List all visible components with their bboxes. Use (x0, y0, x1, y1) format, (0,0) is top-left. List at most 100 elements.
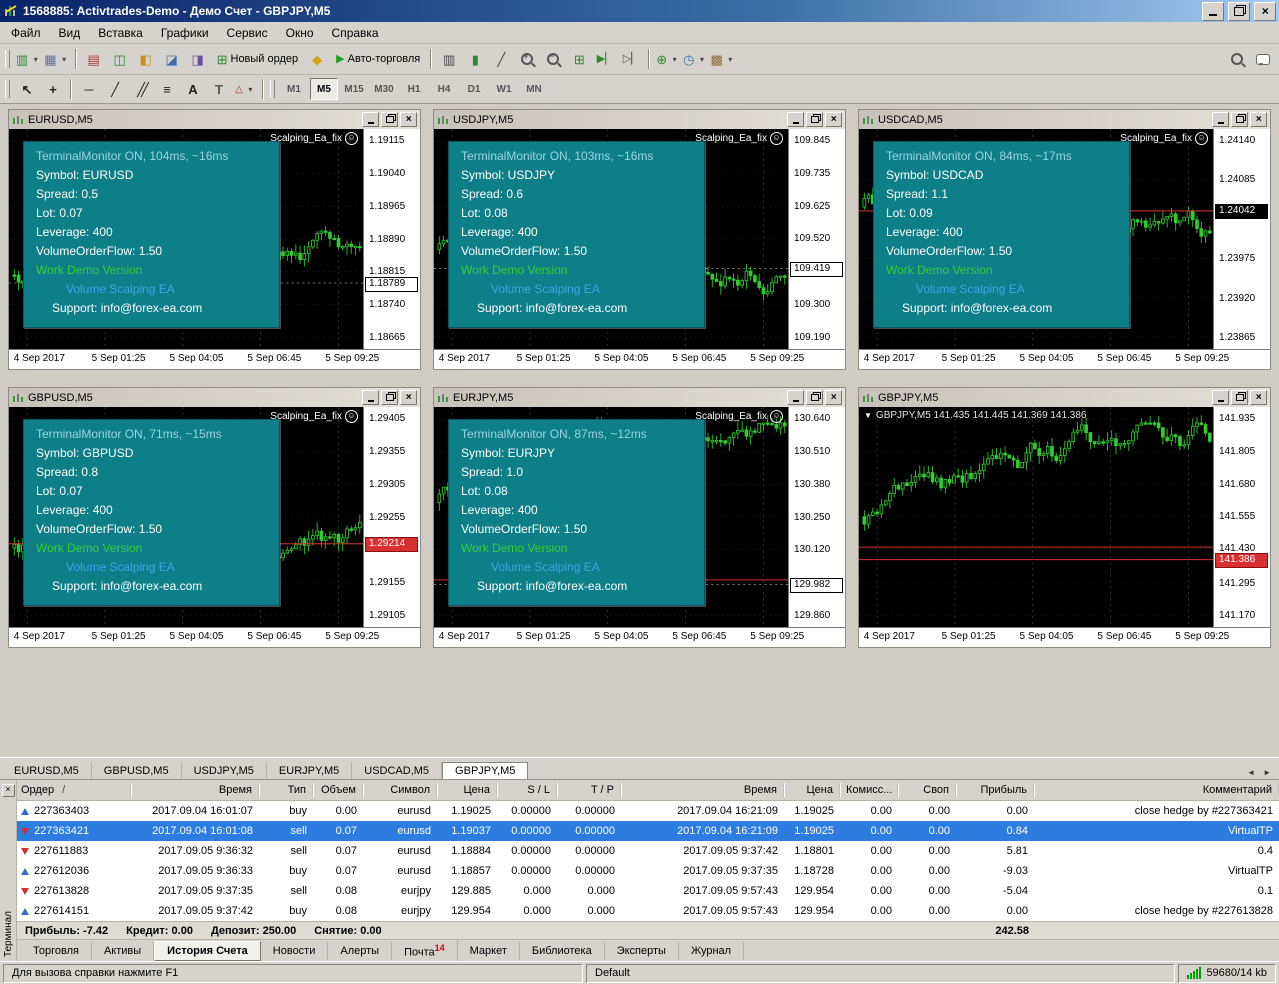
history-row[interactable]: 227363421 2017.09.04 16:01:08 sell 0.07 euru… (17, 821, 1279, 841)
ea-smiley-icon[interactable]: ☺ (345, 132, 358, 145)
column-header-close_price[interactable]: Цена (784, 783, 840, 797)
chart-restore-button[interactable] (1231, 390, 1248, 405)
window-restore-button[interactable] (1228, 1, 1250, 21)
timeframe-m15-button[interactable]: M15 (340, 78, 368, 100)
timeframe-w1-button[interactable]: W1 (490, 78, 518, 100)
data-window-button[interactable]: ◫ (107, 48, 133, 70)
chart-close-button[interactable]: × (1250, 390, 1267, 405)
chart-minimize-button[interactable] (362, 390, 379, 405)
chart-close-button[interactable]: × (1250, 112, 1267, 127)
search-button[interactable] (1224, 48, 1250, 70)
auto-scroll-button[interactable]: ▶▏ (592, 48, 618, 70)
time-axis[interactable]: 4 Sep 2017 5 Sep 01:25 5 Sep 04:05 5 Sep 06… (9, 627, 420, 647)
indicators-button[interactable]: ⊕ ▾ (654, 48, 681, 70)
menu-item[interactable]: Справка (323, 24, 388, 42)
chart-close-button[interactable]: × (825, 390, 842, 405)
history-row[interactable]: 227613828 2017.09.05 9:37:35 sell 0.08 eurjp… (17, 881, 1279, 901)
timeframe-mn-button[interactable]: MN (520, 78, 548, 100)
chat-button[interactable] (1250, 48, 1276, 70)
crosshair-tool-button[interactable]: + (40, 78, 66, 100)
chart-restore-button[interactable] (381, 390, 398, 405)
terminal-button[interactable]: ◪ (159, 48, 185, 70)
chart-tab[interactable]: GBPUSD,M5 (92, 762, 182, 779)
terminal-tab[interactable]: Новости (261, 941, 329, 960)
text-tool-button[interactable]: A (180, 78, 206, 100)
terminal-tab[interactable]: Активы (92, 941, 155, 960)
ea-smiley-icon[interactable]: ☺ (1195, 132, 1208, 145)
chart-restore-button[interactable] (806, 112, 823, 127)
terminal-tab[interactable]: Журнал (679, 941, 745, 960)
history-row[interactable]: 227363403 2017.09.04 16:01:07 buy 0.00 eurus… (17, 801, 1279, 821)
terminal-close-button[interactable]: × (1, 784, 15, 797)
column-header-volume[interactable]: Объем (313, 783, 363, 797)
toolbar-grip[interactable] (5, 50, 10, 68)
menu-item[interactable]: Вставка (89, 24, 152, 42)
terminal-tab[interactable]: Маркет (458, 941, 520, 960)
column-header-commission[interactable]: Комисс... (840, 783, 898, 797)
profiles-button[interactable]: ▦ ▾ (42, 48, 70, 70)
column-header-close_time[interactable]: Время (621, 783, 784, 797)
menu-item[interactable]: Графики (152, 24, 218, 42)
terminal-tab[interactable]: Почта14 (392, 939, 458, 962)
chart-shift-button[interactable]: ▷▏ (618, 48, 644, 70)
chart-tab[interactable]: EURJPY,M5 (267, 762, 353, 779)
time-axis[interactable]: 4 Sep 2017 5 Sep 01:25 5 Sep 04:05 5 Sep 06… (859, 627, 1270, 647)
history-row[interactable]: 227612036 2017.09.05 9:36:33 buy 0.07 eurusd… (17, 861, 1279, 881)
chart-canvas[interactable]: TerminalMonitor ON, 103ms, ~16ms Symbol: … (434, 129, 788, 349)
chart-minimize-button[interactable] (1212, 390, 1229, 405)
status-profile[interactable]: Default (586, 963, 1176, 983)
column-header-swap[interactable]: Своп (898, 783, 956, 797)
chart-close-button[interactable]: × (400, 390, 417, 405)
channel-tool-button[interactable]: ╱╱ (128, 78, 154, 100)
toolbar-grip[interactable] (270, 80, 275, 98)
candle-chart-button[interactable]: ▮ (462, 48, 488, 70)
trendline-tool-button[interactable]: ╱ (102, 78, 128, 100)
price-scale[interactable]: 141.935 141.805 141.680 141.555 141.430 141.2… (1213, 407, 1270, 627)
tile-windows-button[interactable]: ⊞ (566, 48, 592, 70)
chart-window-titlebar[interactable]: GBPJPY,M5 × (859, 388, 1270, 407)
ea-smiley-icon[interactable]: ☺ (770, 410, 783, 423)
chart-close-button[interactable]: × (400, 112, 417, 127)
tab-scroll-right-icon[interactable]: ► (1259, 764, 1275, 779)
fibonacci-tool-button[interactable]: ≡ (154, 78, 180, 100)
chart-window-titlebar[interactable]: USDCAD,M5 × (859, 110, 1270, 129)
terminal-tab[interactable]: Эксперты (605, 941, 679, 960)
chart-close-button[interactable]: × (825, 112, 842, 127)
ea-smiley-icon[interactable]: ☺ (345, 410, 358, 423)
label-tool-button[interactable]: T (206, 78, 232, 100)
price-scale[interactable]: 1.29405 1.29355 1.29305 1.29255 1.29155 1.291… (363, 407, 420, 627)
chart-tab[interactable]: GBPJPY,M5 (442, 762, 529, 780)
price-scale[interactable]: 109.845 109.735 109.625 109.520 109.300 109.1… (788, 129, 845, 349)
time-axis[interactable]: 4 Sep 2017 5 Sep 01:25 5 Sep 04:05 5 Sep 06… (859, 349, 1270, 369)
price-scale[interactable]: 1.19115 1.19040 1.18965 1.18890 1.18815 1.187… (363, 129, 420, 349)
zoom-in-button[interactable]: + (514, 48, 540, 70)
terminal-tab[interactable]: Торговля (21, 941, 92, 960)
history-row[interactable]: 227614151 2017.09.05 9:37:42 buy 0.08 eurjpy… (17, 901, 1279, 921)
metaeditor-button[interactable]: ◆ (304, 48, 330, 70)
terminal-tab[interactable]: История Счета (154, 940, 261, 961)
chart-canvas[interactable]: TerminalMonitor ON, 71ms, ~15ms Symbol: G… (9, 407, 363, 627)
toolbar-grip[interactable] (5, 80, 10, 98)
navigator-button[interactable]: ◧ (133, 48, 159, 70)
menu-item[interactable]: Файл (2, 24, 50, 42)
strategy-tester-button[interactable]: ◨ (185, 48, 211, 70)
chart-restore-button[interactable] (806, 390, 823, 405)
column-header-open_price[interactable]: Цена (437, 783, 497, 797)
chart-canvas[interactable]: TerminalMonitor ON, 87ms, ~12ms Symbol: E… (434, 407, 788, 627)
chart-minimize-button[interactable] (1212, 112, 1229, 127)
chart-window-titlebar[interactable]: USDJPY,M5 × (434, 110, 845, 129)
bar-chart-button[interactable]: ▥ (436, 48, 462, 70)
periods-button[interactable]: ◷ ▾ (681, 48, 708, 70)
time-axis[interactable]: 4 Sep 2017 5 Sep 01:25 5 Sep 04:05 5 Sep 06… (9, 349, 420, 369)
zoom-out-button[interactable]: − (540, 48, 566, 70)
price-scale[interactable]: 1.24140 1.24085 1.23975 1.23920 1.23865 1.240… (1213, 129, 1270, 349)
chart-minimize-button[interactable] (362, 112, 379, 127)
timeframe-h1-button[interactable]: H1 (400, 78, 428, 100)
chart-minimize-button[interactable] (787, 112, 804, 127)
time-axis[interactable]: 4 Sep 2017 5 Sep 01:25 5 Sep 04:05 5 Sep 06… (434, 349, 845, 369)
autotrading-button[interactable]: ▶ Авто-торговля (330, 48, 426, 70)
chart-canvas[interactable]: TerminalMonitor ON, 84ms, ~17ms Symbol: U… (859, 129, 1213, 349)
time-axis[interactable]: 4 Sep 2017 5 Sep 01:25 5 Sep 04:05 5 Sep 06… (434, 627, 845, 647)
timeframe-m5-button[interactable]: M5 (310, 78, 338, 100)
cursor-tool-button[interactable]: ↖ (14, 78, 40, 100)
